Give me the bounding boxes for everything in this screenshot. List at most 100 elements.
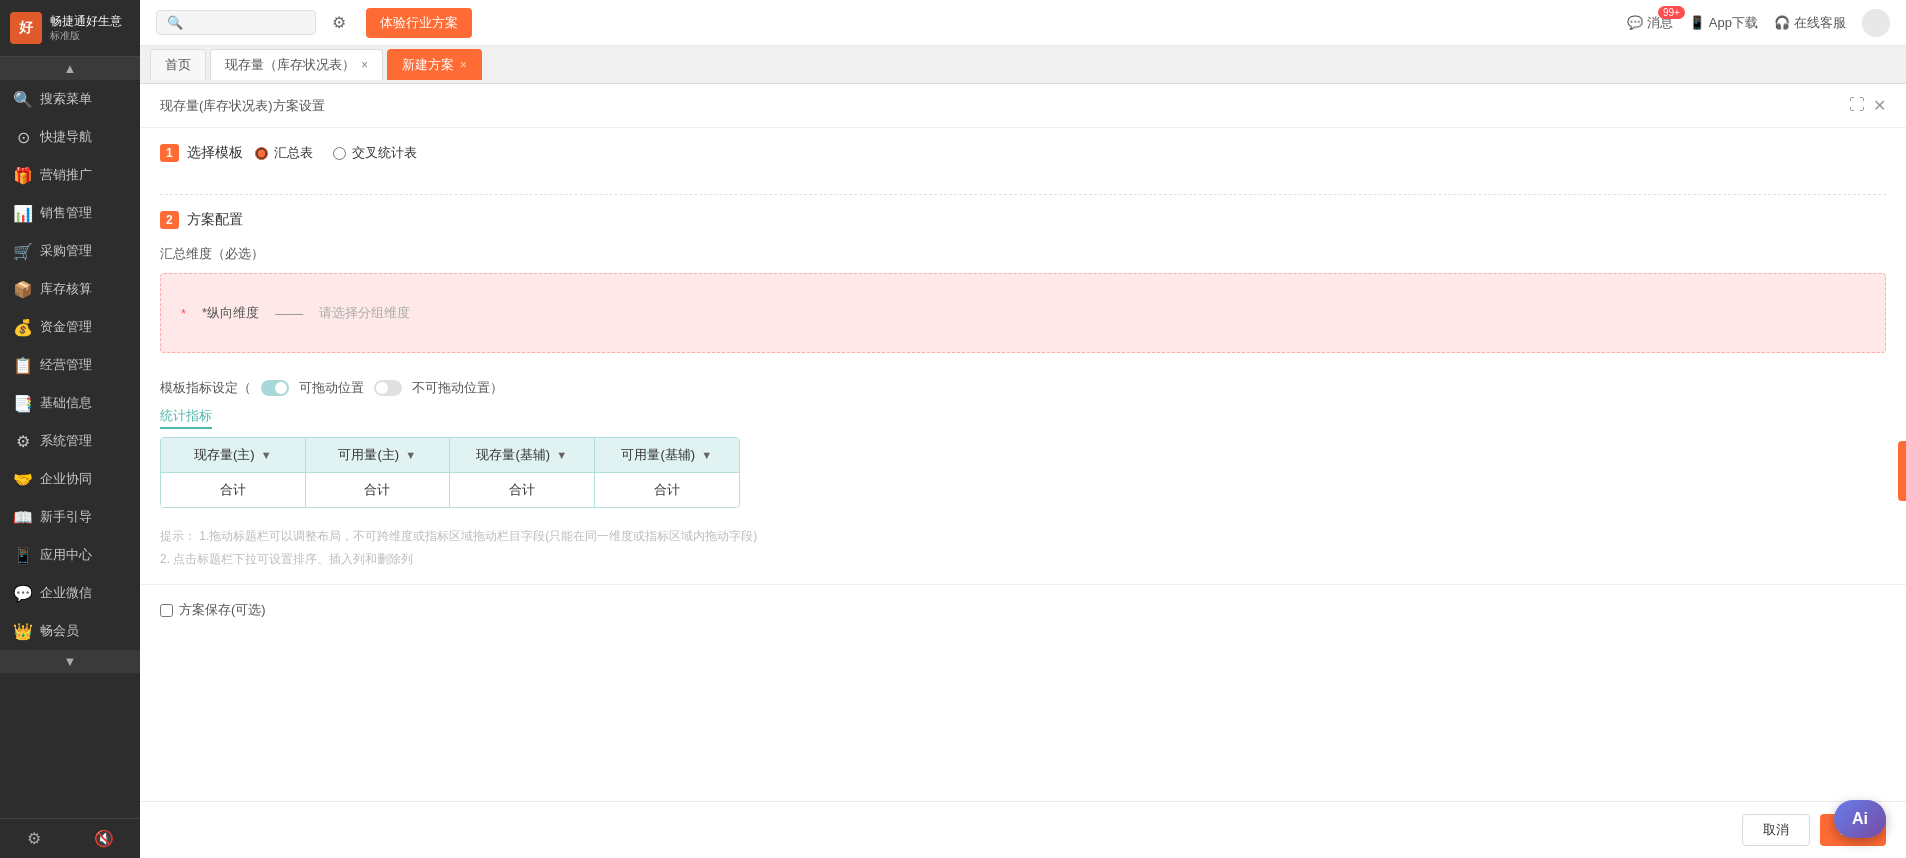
cancel-button[interactable]: 取消 — [1742, 814, 1810, 846]
step1-badge: 1 — [160, 144, 179, 162]
online-service-label: 在线客服 — [1794, 14, 1846, 32]
expand-icon[interactable]: ⛶ — [1849, 96, 1865, 115]
sidebar-item-wechat[interactable]: 💬 企业微信 — [0, 574, 140, 612]
col-label-2: 现存量(基辅) — [476, 446, 550, 464]
sidebar-item-marketing[interactable]: 🎁 营销推广 — [0, 156, 140, 194]
sidebar-item-inventory[interactable]: 📦 库存核算 — [0, 270, 140, 308]
non-draggable-toggle[interactable] — [374, 380, 402, 396]
draggable-toggle[interactable] — [261, 380, 289, 396]
cell-0-2: 合计 — [450, 473, 595, 507]
sidebar-label-system: 系统管理 — [40, 432, 92, 450]
message-btn[interactable]: 💬 消息 99+ — [1627, 14, 1673, 32]
search-input[interactable] — [189, 16, 305, 30]
scroll-down-btn[interactable]: ▼ — [0, 650, 140, 673]
radio-summary[interactable]: 汇总表 — [255, 144, 313, 162]
sidebar-item-sales[interactable]: 📊 销售管理 — [0, 194, 140, 232]
app-name: 畅捷通好生意 — [50, 13, 122, 30]
stats-section: 统计指标 现存量(主) ▼ 可用量(主) ▼ 现存量(基辅) — [140, 407, 1906, 518]
app-version: 标准版 — [50, 29, 122, 43]
vertical-dim-label: *纵向维度 — [202, 304, 259, 322]
stats-table: 现存量(主) ▼ 可用量(主) ▼ 现存量(基辅) ▼ 可用量(基辅) — [160, 437, 740, 508]
save-checkbox-input[interactable] — [160, 604, 173, 617]
save-checkbox-label[interactable]: 方案保存(可选) — [160, 601, 266, 619]
sidebar-item-guide[interactable]: 📖 新手引导 — [0, 498, 140, 536]
non-draggable-label: 不可拖动位置） — [412, 379, 503, 397]
tab-new-scheme[interactable]: 新建方案 × — [387, 49, 482, 80]
radio-cross[interactable]: 交叉统计表 — [333, 144, 417, 162]
tab-inventory-label: 现存量（库存状况表） — [225, 56, 355, 74]
sidebar-label-purchase: 采购管理 — [40, 242, 92, 260]
member-icon: 👑 — [14, 622, 32, 640]
col-chevron-3[interactable]: ▼ — [701, 449, 712, 461]
col-label-3: 可用量(基辅) — [621, 446, 695, 464]
topbar: 🔍 ⚙ 体验行业方案 💬 消息 99+ 📱 App下载 🎧 在线客服 — [140, 0, 1906, 46]
step1-header: 1 选择模板 汇总表 交叉统计表 — [160, 144, 1886, 162]
action-bar: 取消 查询 — [140, 801, 1906, 858]
dimension-label: 汇总维度（必选） — [160, 245, 1886, 263]
dim-placeholder: 请选择分组维度 — [319, 304, 410, 322]
trial-button[interactable]: 体验行业方案 — [366, 8, 472, 38]
operation-icon: 📋 — [14, 356, 32, 374]
tab-inventory-status[interactable]: 现存量（库存状况表） × — [210, 49, 383, 80]
sidebar: 好 畅捷通好生意 标准版 ▲ 🔍 搜索菜单 ⊙ 快捷导航 🎁 营销推广 📊 销售… — [0, 0, 140, 858]
tab-new-scheme-close[interactable]: × — [460, 58, 467, 72]
settings-bottom-icon[interactable]: ⚙ — [27, 829, 41, 848]
app-download-btn[interactable]: 📱 App下载 — [1689, 14, 1758, 32]
step1-section: 1 选择模板 汇总表 交叉统计表 — [140, 128, 1906, 194]
sidebar-label-basic: 基础信息 — [40, 394, 92, 412]
gear-icon[interactable]: ⚙ — [332, 13, 346, 32]
close-panel-icon[interactable]: ✕ — [1873, 96, 1886, 115]
message-icon: 💬 — [1627, 15, 1643, 30]
tab-new-scheme-label: 新建方案 — [402, 56, 454, 74]
dimension-area[interactable]: * *纵向维度 —— 请选择分组维度 — [160, 273, 1886, 353]
sidebar-item-finance[interactable]: 💰 资金管理 — [0, 308, 140, 346]
sidebar-label-inventory: 库存核算 — [40, 280, 92, 298]
step2-badge: 2 — [160, 211, 179, 229]
stats-table-header: 现存量(主) ▼ 可用量(主) ▼ 现存量(基辅) ▼ 可用量(基辅) — [161, 438, 739, 472]
footer-section: 方案保存(可选) — [140, 584, 1906, 635]
sidebar-label-cooperation: 企业协同 — [40, 470, 92, 488]
col-header-0[interactable]: 现存量(主) ▼ — [161, 438, 306, 472]
purchase-icon: 🛒 — [14, 242, 32, 260]
sidebar-item-basic[interactable]: 📑 基础信息 — [0, 384, 140, 422]
main-area: 🔍 ⚙ 体验行业方案 💬 消息 99+ 📱 App下载 🎧 在线客服 首页 — [140, 0, 1906, 858]
app-download-label: App下载 — [1709, 14, 1758, 32]
col-header-1[interactable]: 可用量(主) ▼ — [306, 438, 451, 472]
sidebar-item-system[interactable]: ⚙ 系统管理 — [0, 422, 140, 460]
main-panel: 现存量(库存状况表)方案设置 ⛶ ✕ 1 选择模板 汇总表 — [140, 84, 1906, 858]
cell-0-3: 合计 — [595, 473, 740, 507]
online-service-btn[interactable]: 🎧 在线客服 — [1774, 14, 1846, 32]
sidebar-item-operation[interactable]: 📋 经营管理 — [0, 346, 140, 384]
mute-icon[interactable]: 🔇 — [94, 829, 114, 848]
sidebar-item-purchase[interactable]: 🛒 采购管理 — [0, 232, 140, 270]
col-header-2[interactable]: 现存量(基辅) ▼ — [450, 438, 595, 472]
col-header-3[interactable]: 可用量(基辅) ▼ — [595, 438, 740, 472]
sidebar-label-appstore: 应用中心 — [40, 546, 92, 564]
tab-inventory-close[interactable]: × — [361, 58, 368, 72]
sidebar-label-search: 搜索菜单 — [40, 90, 92, 108]
radio-summary-input[interactable] — [255, 147, 268, 160]
col-label-0: 现存量(主) — [194, 446, 255, 464]
col-chevron-1[interactable]: ▼ — [405, 449, 416, 461]
sidebar-item-member[interactable]: 👑 畅会员 — [0, 612, 140, 650]
col-chevron-2[interactable]: ▼ — [556, 449, 567, 461]
shortcuts-icon: ⊙ — [14, 128, 32, 146]
cooperation-icon: 🤝 — [14, 470, 32, 488]
sidebar-item-search[interactable]: 🔍 搜索菜单 — [0, 80, 140, 118]
search-box[interactable]: 🔍 — [156, 10, 316, 35]
search-icon: 🔍 — [14, 90, 32, 108]
radio-summary-label: 汇总表 — [274, 144, 313, 162]
metrics-intro-label: 模板指标设定（ — [160, 379, 251, 397]
sidebar-item-shortcuts[interactable]: ⊙ 快捷导航 — [0, 118, 140, 156]
scroll-up-btn[interactable]: ▲ — [0, 57, 140, 80]
radio-cross-label: 交叉统计表 — [352, 144, 417, 162]
finance-icon: 💰 — [14, 318, 32, 336]
panel-header: 现存量(库存状况表)方案设置 ⛶ ✕ — [140, 84, 1906, 128]
tab-home[interactable]: 首页 — [150, 49, 206, 80]
sidebar-item-cooperation[interactable]: 🤝 企业协同 — [0, 460, 140, 498]
col-chevron-0[interactable]: ▼ — [261, 449, 272, 461]
sidebar-item-appstore[interactable]: 📱 应用中心 — [0, 536, 140, 574]
radio-cross-input[interactable] — [333, 147, 346, 160]
ai-float-button[interactable]: Ai — [1834, 800, 1886, 838]
user-avatar[interactable] — [1862, 9, 1890, 37]
